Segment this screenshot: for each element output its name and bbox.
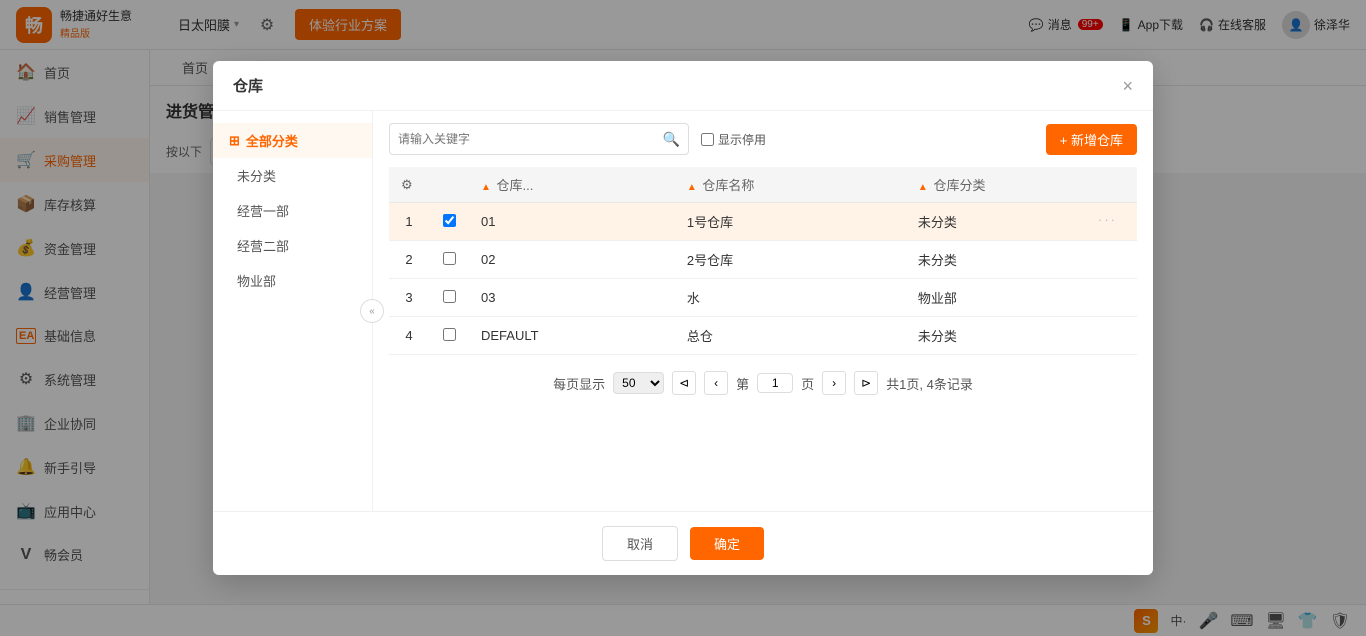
row-no-3: 3 [389,279,429,317]
table-row[interactable]: 1 01 1号仓库 未分类 ··· [389,203,1137,241]
total-info: 共1页, 4条记录 [886,374,973,393]
page-label: 第 [736,374,749,393]
warehouse-modal: 仓库 × ⊞ 全部分类 未分类 经营一部 经营二部 [213,61,1153,575]
row-name-1: 1号仓库 [675,203,906,241]
show-disabled-checkbox[interactable] [701,133,714,146]
row-name-4: 总仓 [675,317,906,355]
modal-header: 仓库 × [213,61,1153,111]
search-icon[interactable]: 🔍 [663,131,680,148]
th-warehouse-category[interactable]: ▲ 仓库分类 [906,167,1137,203]
row-category-4: 未分类 [906,317,1137,355]
page-last-button[interactable]: ⊳ [854,371,878,395]
row-code-2: 02 [469,241,675,279]
th-gear[interactable]: ⚙ [389,167,429,203]
sort-code-icon: ▲ [481,182,491,193]
row-category-3: 物业部 [906,279,1137,317]
row-check-1[interactable] [443,214,456,227]
modal-body: ⊞ 全部分类 未分类 经营一部 经营二部 物业部 « [213,111,1153,511]
row-action-1[interactable]: ··· [1098,212,1117,227]
warehouse-table: ⚙ ▲ 仓库... ▲ 仓库名称 ▲ [389,167,1137,355]
row-no-2: 2 [389,241,429,279]
row-code-1: 01 [469,203,675,241]
modal-title: 仓库 [233,75,263,96]
row-name-2: 2号仓库 [675,241,906,279]
sort-name-icon: ▲ [687,182,697,193]
add-warehouse-button[interactable]: + 新增仓库 [1046,124,1137,155]
category-item-unclassified[interactable]: 未分类 [213,158,372,193]
row-category-2: 未分类 [906,241,1137,279]
category-item-ops1[interactable]: 经营一部 [213,193,372,228]
category-all-icon: ⊞ [229,133,240,149]
row-check-3[interactable] [443,290,456,303]
category-item-ops2[interactable]: 经营二部 [213,228,372,263]
table-row[interactable]: 4 DEFAULT 总仓 未分类 [389,317,1137,355]
table-row[interactable]: 3 03 水 物业部 [389,279,1137,317]
row-no-4: 4 [389,317,429,355]
confirm-button[interactable]: 确定 [690,527,764,560]
th-warehouse-code[interactable]: ▲ 仓库... [469,167,675,203]
search-box: 🔍 [389,123,689,155]
page-prev-button[interactable]: ‹ [704,371,728,395]
modal-overlay[interactable]: 仓库 × ⊞ 全部分类 未分类 经营一部 经营二部 [0,0,1366,636]
row-check-2[interactable] [443,252,456,265]
page-input[interactable] [757,373,793,393]
sort-category-icon: ▲ [918,182,928,193]
category-all-label: 全部分类 [246,131,298,150]
category-panel: ⊞ 全部分类 未分类 经营一部 经营二部 物业部 « [213,111,373,511]
page-next-button[interactable]: › [822,371,846,395]
page-first-button[interactable]: ⊲ [672,371,696,395]
table-toolbar: 🔍 显示停用 + 新增仓库 [389,123,1137,155]
row-category-1: 未分类 ··· [906,203,1137,241]
per-page-select[interactable]: 50 10 20 100 [613,372,664,394]
row-code-3: 03 [469,279,675,317]
pagination: 每页显示 50 10 20 100 ⊲ ‹ 第 页 › ⊳ 共1页, 4条记录 [389,355,1137,403]
category-item-property[interactable]: 物业部 [213,263,372,298]
show-disabled-label[interactable]: 显示停用 [701,131,766,148]
row-no-1: 1 [389,203,429,241]
search-input[interactable] [398,132,663,146]
category-collapse-button[interactable]: « [360,299,384,323]
page-unit: 页 [801,374,814,393]
category-all-item[interactable]: ⊞ 全部分类 [213,123,372,158]
per-page-label: 每页显示 [553,374,605,393]
table-panel: 🔍 显示停用 + 新增仓库 ⚙ ▲ [373,111,1153,511]
modal-footer: 取消 确定 [213,511,1153,575]
table-row[interactable]: 2 02 2号仓库 未分类 [389,241,1137,279]
cancel-button[interactable]: 取消 [602,526,678,561]
th-warehouse-name[interactable]: ▲ 仓库名称 [675,167,906,203]
row-code-4: DEFAULT [469,317,675,355]
modal-close-button[interactable]: × [1122,77,1133,95]
th-check [429,167,469,203]
row-name-3: 水 [675,279,906,317]
row-check-4[interactable] [443,328,456,341]
